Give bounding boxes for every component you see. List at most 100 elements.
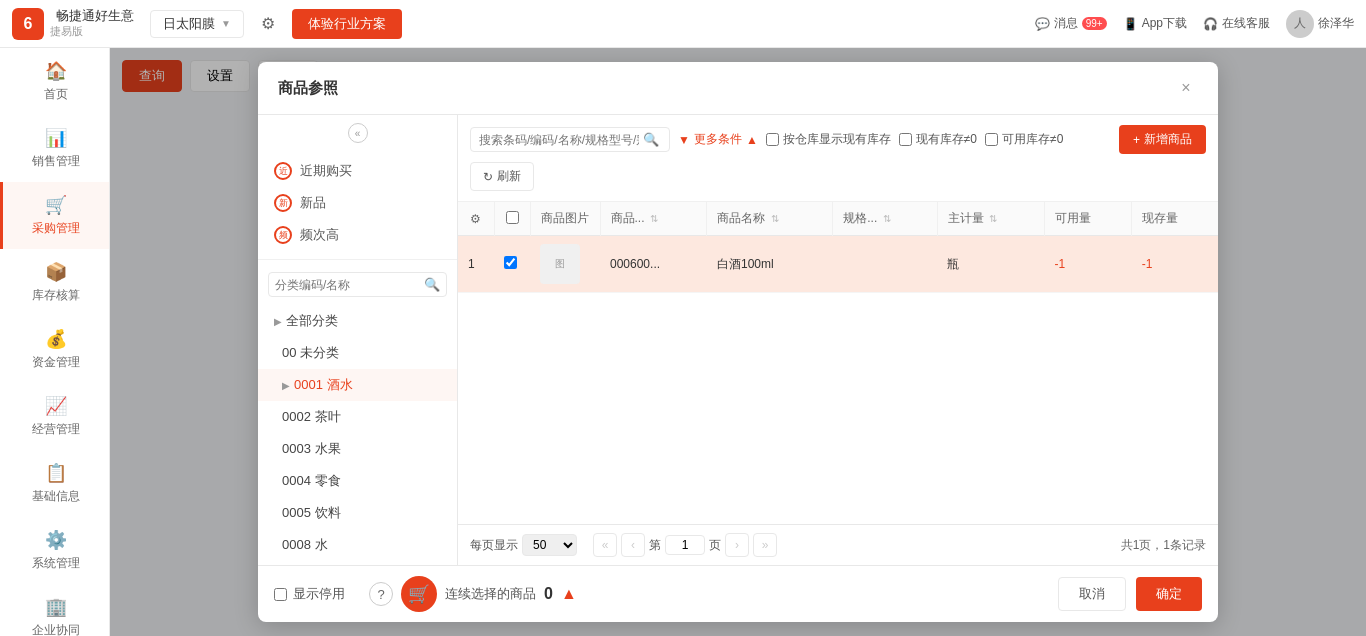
top-nav: 6 畅捷通好生意 捷易版 日太阳膜 ▼ ⚙ 体验行业方案 💬 消息 99+ 📱 … [0, 0, 1366, 48]
th-code[interactable]: 商品... ⇅ [600, 202, 707, 236]
store-name: 日太阳膜 [163, 15, 215, 33]
show-disabled-checkbox[interactable]: 显示停用 [274, 585, 345, 603]
settings-icon[interactable]: ⚙ [252, 8, 284, 40]
category-0002[interactable]: 0002 茶叶 [258, 401, 457, 433]
modal-close-button[interactable]: × [1174, 76, 1198, 100]
th-spec[interactable]: 规格... ⇅ [833, 202, 937, 236]
online-service-item[interactable]: 🎧 在线客服 [1203, 15, 1270, 32]
category-search-input[interactable] [275, 278, 420, 292]
category-0003[interactable]: 0003 水果 [258, 433, 457, 465]
sidebar-item-purchase[interactable]: 🛒 采购管理 [0, 182, 109, 249]
product-search-icon[interactable]: 🔍 [643, 132, 659, 147]
name-sort-icon: ⇅ [771, 213, 779, 224]
cart-collapse-icon[interactable]: ▲ [561, 585, 577, 603]
sidebar-item-operations[interactable]: 📈 经营管理 [0, 383, 109, 450]
category-00[interactable]: 00 未分类 [258, 337, 457, 369]
mobile-icon: 📱 [1123, 17, 1138, 31]
footer-actions: 取消 确定 [1058, 577, 1202, 611]
row-checkbox[interactable] [504, 256, 517, 269]
home-icon: 🏠 [45, 60, 67, 82]
high-frequency-item[interactable]: 频 频次高 [258, 219, 457, 251]
sidebar-item-enterprise[interactable]: 🏢 企业协同 [0, 584, 109, 636]
try-industry-button[interactable]: 体验行业方案 [292, 9, 402, 39]
finance-icon: 💰 [45, 328, 67, 350]
row-spec [833, 236, 937, 293]
modal-footer: 显示停用 ? 🛒 连续选择的商品 0 ▲ 取消 确定 [258, 565, 1218, 622]
spec-sort-icon: ⇅ [883, 213, 891, 224]
messages-item[interactable]: 💬 消息 99+ [1035, 15, 1107, 32]
sidebar-item-finance[interactable]: 💰 资金管理 [0, 316, 109, 383]
product-thumbnail: 图 [540, 244, 580, 284]
filter-collapse-icon: ▲ [746, 133, 758, 147]
next-page-button[interactable]: › [725, 533, 749, 557]
left-panel: « 近 近期购买 新 新品 频 [258, 115, 458, 565]
category-label: 全部分类 [286, 312, 338, 330]
page-nav: « ‹ 第 页 › » [593, 533, 777, 557]
category-all[interactable]: ▶ 全部分类 [258, 305, 457, 337]
th-unit[interactable]: 主计量 ⇅ [937, 202, 1044, 236]
category-0005[interactable]: 0005 饮料 [258, 497, 457, 529]
product-search-input[interactable] [479, 133, 639, 147]
sidebar-label-enterprise: 企业协同 [32, 622, 80, 636]
available-checkbox[interactable] [899, 133, 912, 146]
category-0001[interactable]: ▶ 0001 酒水 [258, 369, 457, 401]
sidebar-item-inventory[interactable]: 📦 库存核算 [0, 249, 109, 316]
sidebar-item-basic[interactable]: 📋 基础信息 [0, 450, 109, 517]
usable-label: 可用库存≠0 [1002, 131, 1063, 148]
th-name[interactable]: 商品名称 ⇅ [707, 202, 833, 236]
user-profile[interactable]: 人 徐泽华 [1286, 10, 1354, 38]
th-settings[interactable]: ⚙ [458, 202, 494, 236]
product-reference-modal: 商品参照 × « 近 近期购买 [258, 62, 1218, 622]
recent-purchase-item[interactable]: 近 近期购买 [258, 155, 457, 187]
cancel-button[interactable]: 取消 [1058, 577, 1126, 611]
category-0008[interactable]: 0008 水 [258, 529, 457, 557]
sidebar-label-purchase: 采购管理 [32, 220, 80, 237]
warehouse-label: 按仓库显示现有库存 [783, 131, 891, 148]
prev-page-button[interactable]: ‹ [621, 533, 645, 557]
first-page-button[interactable]: « [593, 533, 617, 557]
headset-icon: 🎧 [1203, 17, 1218, 31]
table-row[interactable]: 1 图 000600... 白酒100ml [458, 236, 1218, 293]
available-filter[interactable]: 现有库存≠0 [899, 131, 977, 148]
sidebar-label-operations: 经营管理 [32, 421, 80, 438]
quick-links: 近 近期购买 新 新品 频 频次高 [258, 155, 457, 260]
category-search-box: 🔍 [268, 272, 447, 297]
show-disabled-input[interactable] [274, 588, 287, 601]
refresh-list-button[interactable]: ↻ 刷新 [470, 162, 534, 191]
cart-button[interactable]: 🛒 [401, 576, 437, 612]
app-download-item[interactable]: 📱 App下载 [1123, 15, 1187, 32]
current-page-input[interactable] [665, 535, 705, 555]
new-icon: 新 [274, 194, 292, 212]
usable-checkbox[interactable] [985, 133, 998, 146]
usable-filter[interactable]: 可用库存≠0 [985, 131, 1063, 148]
help-icon[interactable]: ? [369, 582, 393, 606]
category-0005-label: 0005 饮料 [282, 504, 341, 522]
warehouse-filter[interactable]: 按仓库显示现有库存 [766, 131, 891, 148]
collapse-panel-button[interactable]: « [348, 123, 368, 143]
recent-label: 近期购买 [300, 162, 352, 180]
select-all-checkbox[interactable] [506, 211, 519, 224]
row-code: 000600... [600, 236, 707, 293]
confirm-button[interactable]: 确定 [1136, 577, 1202, 611]
sidebar-label-finance: 资金管理 [32, 354, 80, 371]
last-page-button[interactable]: » [753, 533, 777, 557]
sidebar-item-system[interactable]: ⚙️ 系统管理 [0, 517, 109, 584]
warehouse-checkbox[interactable] [766, 133, 779, 146]
add-product-button[interactable]: + 新增商品 [1119, 125, 1206, 154]
category-0004[interactable]: 0004 零食 [258, 465, 457, 497]
sidebar-item-sales[interactable]: 📊 销售管理 [0, 115, 109, 182]
spec-col-label: 规格... [843, 211, 877, 225]
store-dropdown[interactable]: 日太阳膜 ▼ [150, 10, 244, 38]
total-records-info: 共1页，1条记录 [1121, 537, 1206, 554]
per-page-select[interactable]: 50 100 200 [522, 534, 577, 556]
sidebar-item-home[interactable]: 🏠 首页 [0, 48, 109, 115]
page-text-label: 第 [649, 537, 661, 554]
unit-col-label: 主计量 [948, 211, 984, 225]
code-col-label: 商品... [611, 211, 645, 225]
page-suffix-label: 页 [709, 537, 721, 554]
category-search-icon[interactable]: 🔍 [424, 277, 440, 292]
logo-icon: 6 [12, 8, 44, 40]
filter-more-button[interactable]: ▼ 更多条件 ▲ [678, 131, 758, 148]
content-area: 查询 设置 刷新 商品参照 × « [110, 48, 1366, 636]
new-product-item[interactable]: 新 新品 [258, 187, 457, 219]
